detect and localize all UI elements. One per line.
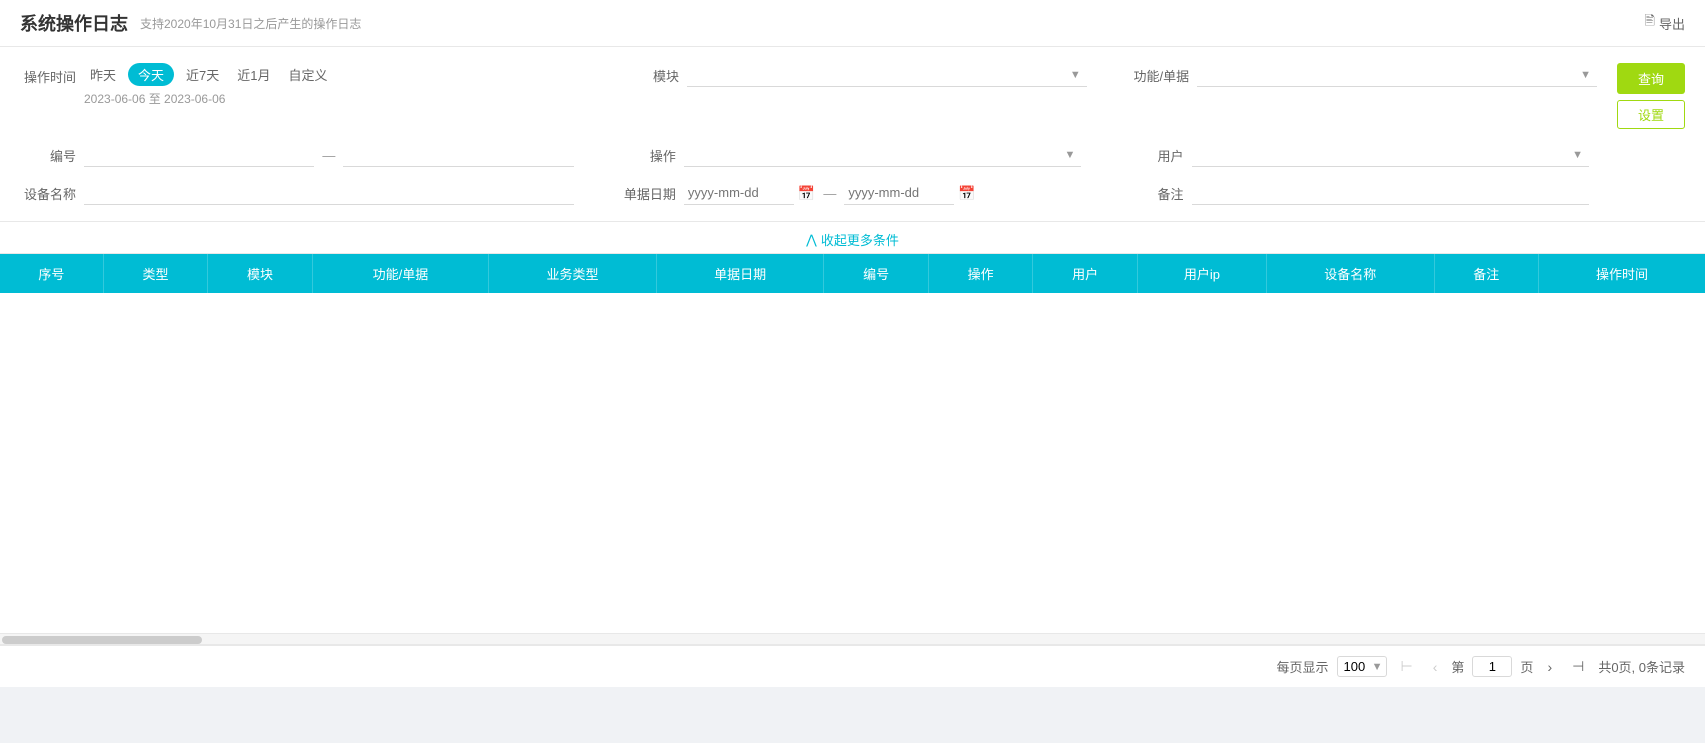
settings-button[interactable]: 设置 [1617,100,1685,129]
filter-row-2: 编号 — 操作 ▼ 用户 [20,143,1685,167]
operation-control: ▼ [684,143,1081,167]
next-page-button[interactable]: › [1541,657,1558,677]
time-btn-today[interactable]: 今天 [128,63,174,86]
action-buttons: 查询 设置 [1617,63,1685,129]
query-button[interactable]: 查询 [1617,63,1685,94]
col-index: 序号 [0,254,103,293]
col-user: 用户 [1033,254,1137,293]
device-label: 设备名称 [20,184,76,203]
page-size-select[interactable]: 100 50 200 [1337,656,1387,677]
filter-item-number: 编号 — [20,143,574,167]
doc-date-end-input[interactable] [844,181,954,205]
operation-select[interactable] [684,143,1081,167]
number-label: 编号 [20,146,76,165]
col-remark: 备注 [1434,254,1538,293]
filter-item-time: 操作时间 昨天 今天 近7天 近1月 自定义 2023-06-06 至 2023… [20,63,577,107]
filter-item-device: 设备名称 [20,181,574,205]
page-unit: 页 [1520,657,1533,676]
number-control: — [84,143,574,167]
filter-item-user: 用户 ▼ [1128,143,1589,167]
number-dash: — [318,148,339,163]
filter-item-operation: 操作 ▼ [620,143,1081,167]
function-label: 功能/单据 [1133,66,1189,85]
function-select-wrapper: ▼ [1197,63,1597,87]
module-select-wrapper: ▼ [687,63,1087,87]
function-select[interactable] [1197,63,1597,87]
module-label: 模块 [623,66,679,85]
total-info: 共0页, 0条记录 [1598,657,1685,676]
time-buttons: 昨天 今天 近7天 近1月 自定义 [84,63,334,86]
page-number-input[interactable]: 1 [1472,656,1512,677]
doc-date-control: 📅 — 📅 [684,181,1081,205]
module-control: ▼ [687,63,1087,87]
time-btn-yesterday[interactable]: 昨天 [84,63,122,86]
col-type: 类型 [103,254,207,293]
page-label: 第 [1451,657,1464,676]
module-select[interactable] [687,63,1087,87]
remark-label: 备注 [1128,184,1184,203]
col-function: 功能/单据 [312,254,488,293]
table-container: 序号 类型 模块 功能/单据 业务类型 单据日期 编号 操作 用户 用户ip 设… [0,254,1705,633]
prev-page-button[interactable]: ‹ [1427,657,1444,677]
col-device: 设备名称 [1266,254,1434,293]
filter-row-3: 设备名称 单据日期 📅 — 📅 备注 [20,181,1685,205]
user-label: 用户 [1128,146,1184,165]
doc-date-label: 单据日期 [620,184,676,203]
col-operation: 操作 [928,254,1032,293]
filter-item-function: 功能/单据 ▼ [1133,63,1597,87]
table-header-row: 序号 类型 模块 功能/单据 业务类型 单据日期 编号 操作 用户 用户ip 设… [0,254,1705,293]
empty-area [0,293,1705,633]
filter-item-remark: 备注 [1128,181,1589,205]
col-op-time: 操作时间 [1539,254,1705,293]
page-title: 系统操作日志 [20,10,128,36]
export-label: 导出 [1659,14,1685,33]
col-number: 编号 [824,254,928,293]
filter-panel: 操作时间 昨天 今天 近7天 近1月 自定义 2023-06-06 至 2023… [0,47,1705,222]
remark-input[interactable] [1192,181,1589,205]
pagination-bar: 每页显示 100 50 200 ▼ ⊢ ‹ 第 1 页 › ⊣ 共0页, 0条记… [0,645,1705,687]
col-doc-date: 单据日期 [656,254,824,293]
last-page-button[interactable]: ⊣ [1566,656,1590,677]
user-select[interactable] [1192,143,1589,167]
operation-select-wrapper: ▼ [684,143,1081,167]
page-subtitle: 支持2020年10月31日之后产生的操作日志 [140,15,361,32]
user-select-wrapper: ▼ [1192,143,1589,167]
doc-date-end-calendar-icon[interactable]: 📅 [958,185,975,202]
page-size-wrapper: 100 50 200 ▼ [1337,656,1387,677]
col-user-ip: 用户ip [1137,254,1266,293]
page-size-label: 每页显示 [1277,657,1329,676]
collapse-label: 收起更多条件 [821,230,899,249]
time-range-display: 2023-06-06 至 2023-06-06 [84,90,225,107]
col-module: 模块 [208,254,312,293]
doc-date-start-calendar-icon[interactable]: 📅 [798,185,815,202]
col-biz-type: 业务类型 [489,254,657,293]
filter-row-1: 操作时间 昨天 今天 近7天 近1月 自定义 2023-06-06 至 2023… [20,63,1685,129]
scrollbar-thumb[interactable] [2,636,202,644]
doc-date-start-input[interactable] [684,181,794,205]
export-icon: 🖹 [1645,12,1655,34]
time-filter: 昨天 今天 近7天 近1月 自定义 2023-06-06 至 2023-06-0… [84,63,334,107]
time-btn-7days[interactable]: 近7天 [180,63,225,86]
time-btn-custom[interactable]: 自定义 [283,63,334,86]
number-input-start[interactable] [84,143,314,167]
device-control [84,181,574,205]
collapse-icon: ⋀ [806,232,817,248]
first-page-button[interactable]: ⊢ [1395,656,1419,677]
time-btn-1month[interactable]: 近1月 [231,63,276,86]
filter-item-doc-date: 单据日期 📅 — 📅 [620,181,1081,205]
collapse-bar[interactable]: ⋀ 收起更多条件 [0,222,1705,254]
function-control: ▼ [1197,63,1597,87]
number-input-end[interactable] [343,143,573,167]
operation-label: 操作 [620,146,676,165]
device-input[interactable] [84,181,574,205]
export-button[interactable]: 🖹 导出 [1645,12,1685,34]
data-table: 序号 类型 模块 功能/单据 业务类型 单据日期 编号 操作 用户 用户ip 设… [0,254,1705,293]
horizontal-scrollbar[interactable] [0,633,1705,645]
doc-date-dash: — [819,186,840,201]
time-label: 操作时间 [20,63,76,86]
filter-item-module: 模块 ▼ [623,63,1087,87]
remark-control [1192,181,1589,205]
user-control: ▼ [1192,143,1589,167]
page-header: 系统操作日志 支持2020年10月31日之后产生的操作日志 🖹 导出 [0,0,1705,47]
